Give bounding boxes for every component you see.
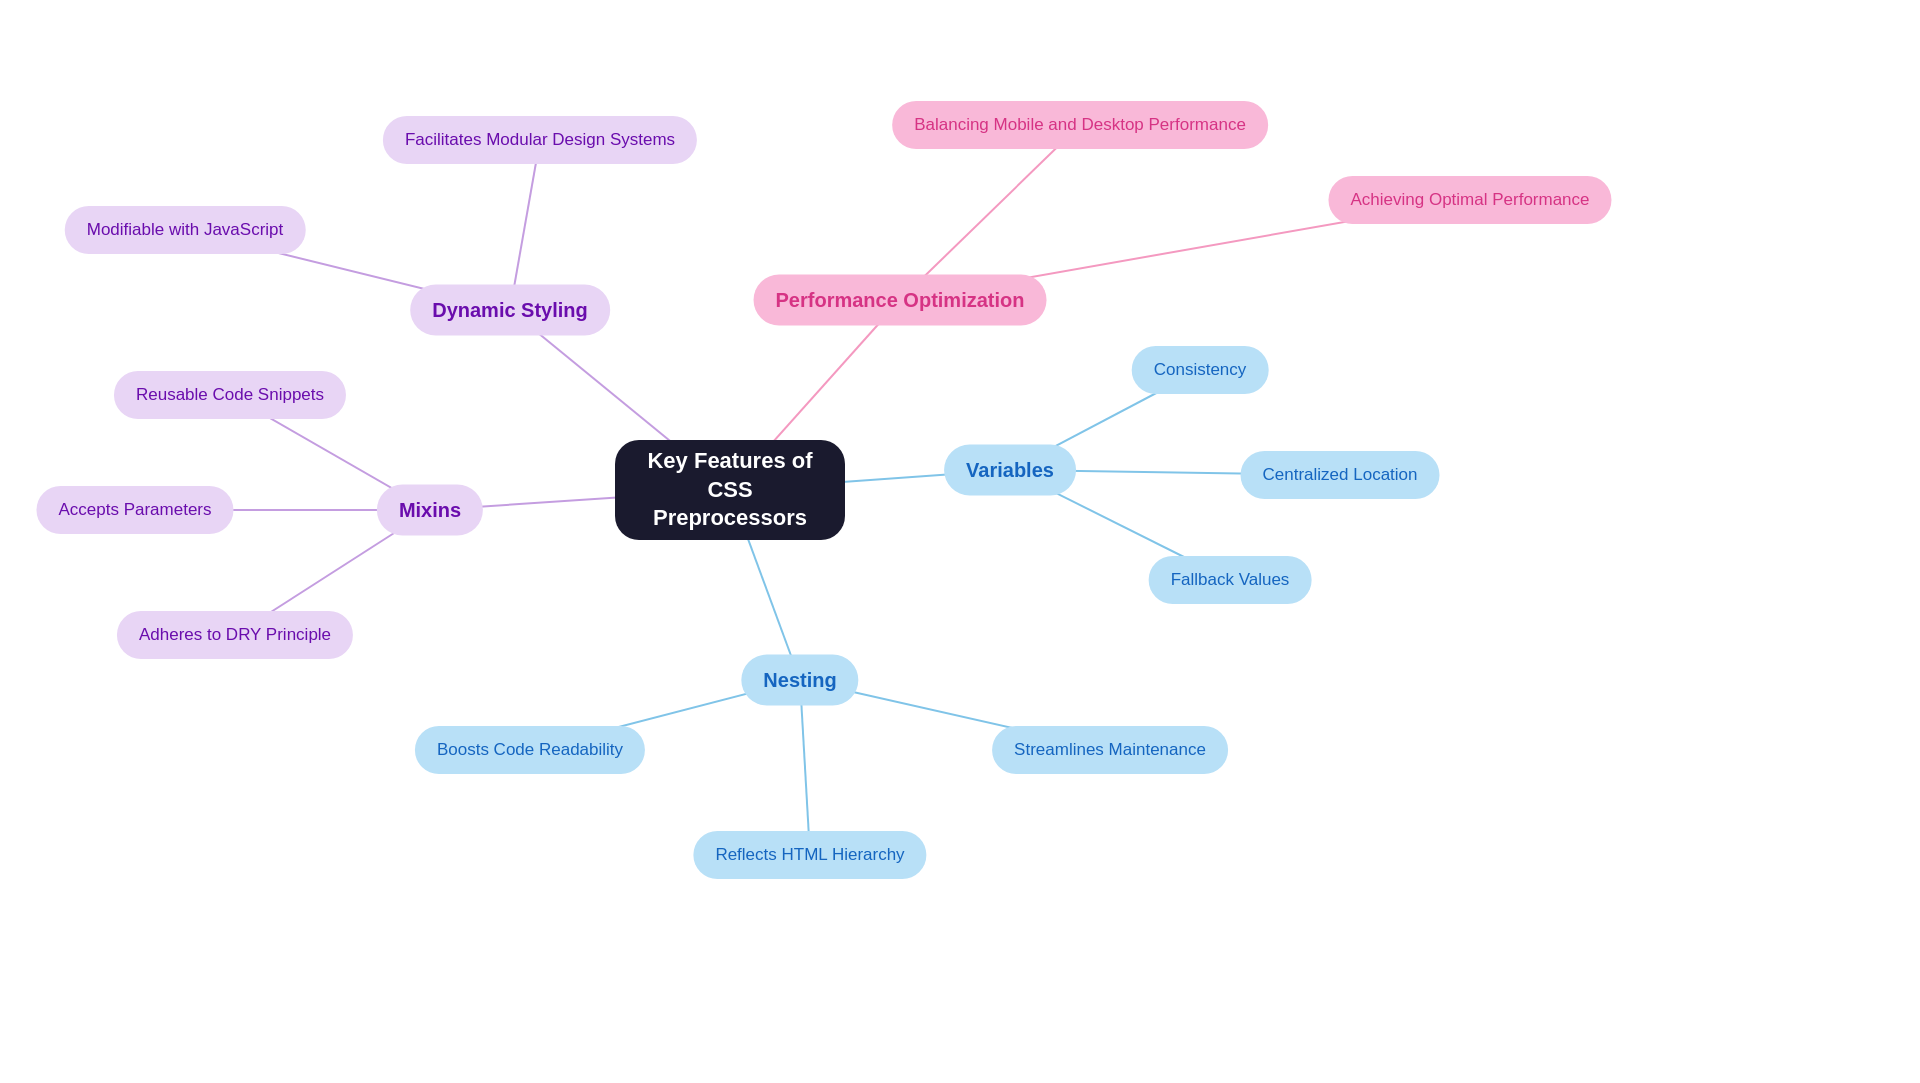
node-vars: Variables: [944, 445, 1076, 496]
node-dyn2: Modifiable with JavaScript: [65, 206, 306, 254]
node-mix2: Accepts Parameters: [36, 486, 233, 534]
node-mixins: Mixins: [377, 485, 483, 536]
node-perf: Performance Optimization: [754, 275, 1047, 326]
node-mix3: Adheres to DRY Principle: [117, 611, 353, 659]
mindmap-container: Key Features of CSS Preprocessors Perform…: [0, 0, 1920, 1083]
connections-svg: [0, 0, 1920, 1083]
node-mix1: Reusable Code Snippets: [114, 371, 346, 419]
node-nest2: Reflects HTML Hierarchy: [693, 831, 926, 879]
node-dynamic: Dynamic Styling: [410, 285, 610, 336]
node-dyn1: Facilitates Modular Design Systems: [383, 116, 697, 164]
node-var1: Consistency: [1132, 346, 1269, 394]
node-perf1: Balancing Mobile and Desktop Performance: [892, 101, 1268, 149]
svg-line-16: [800, 680, 810, 855]
node-nesting: Nesting: [741, 655, 858, 706]
node-center: Key Features of CSS Preprocessors: [615, 440, 845, 540]
node-nest3: Streamlines Maintenance: [992, 726, 1228, 774]
node-var3: Fallback Values: [1149, 556, 1312, 604]
node-perf2: Achieving Optimal Performance: [1328, 176, 1611, 224]
node-var2: Centralized Location: [1241, 451, 1440, 499]
node-nest1: Boosts Code Readability: [415, 726, 645, 774]
